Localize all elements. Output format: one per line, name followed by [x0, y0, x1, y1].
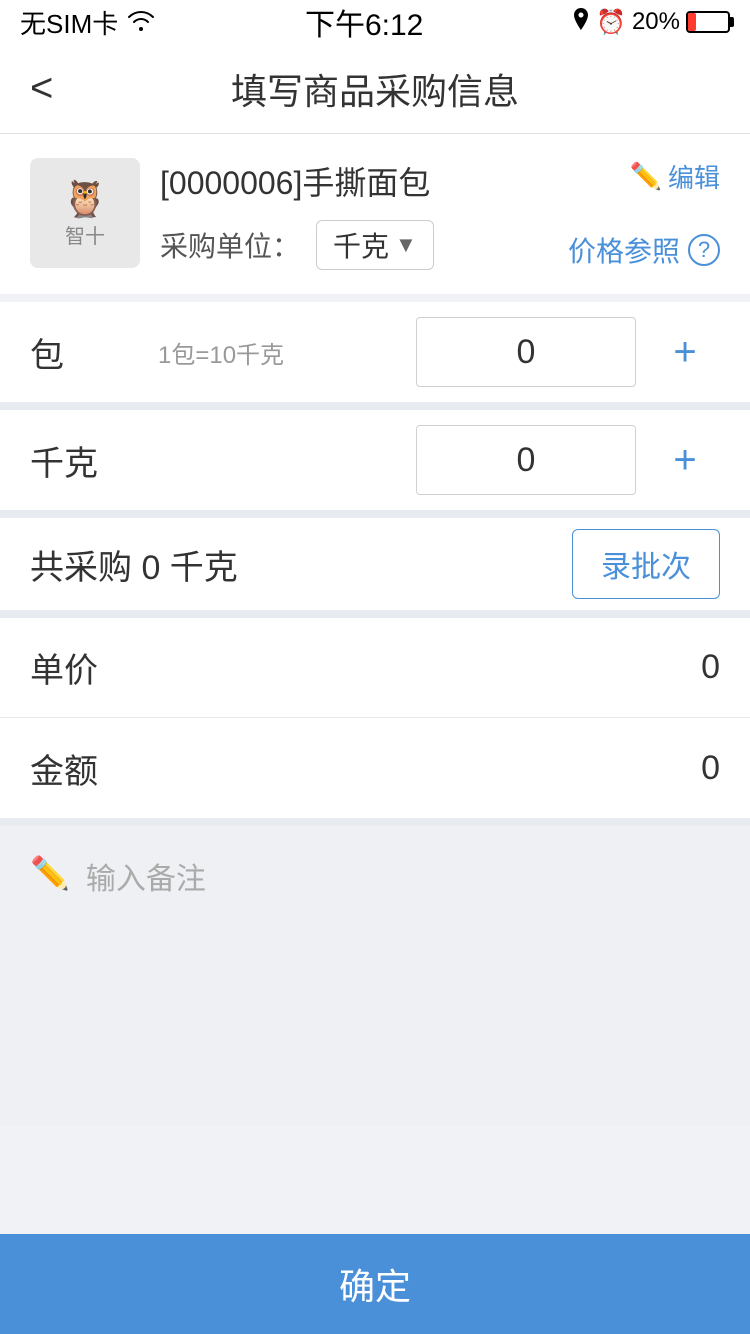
amount-label: 金额: [30, 744, 701, 793]
product-logo-text: 智十: [65, 220, 105, 249]
bag-value: 0: [517, 333, 536, 372]
battery-icon: [686, 11, 730, 33]
notes-area[interactable]: ✏️ 输入备注: [0, 826, 750, 1126]
amount-value: 0: [701, 749, 720, 788]
product-thumbnail: 🦉 智十: [30, 158, 140, 268]
status-bar-left: 无SIM卡: [20, 4, 156, 41]
price-ref-button[interactable]: 价格参照 ?: [568, 230, 720, 270]
bag-input-section: 包 1包=10千克 0 +: [0, 302, 750, 402]
unit-price-row: 单价 0: [0, 618, 750, 718]
kg-label: 千克: [30, 436, 150, 485]
section-divider-1: [0, 402, 750, 410]
kg-plus-button[interactable]: +: [650, 425, 720, 495]
location-icon: [572, 8, 590, 37]
unit-value: 千克: [333, 225, 389, 265]
back-button[interactable]: <: [30, 66, 53, 111]
kg-input-section: 千克 0 +: [0, 410, 750, 510]
unit-price-value: 0: [701, 648, 720, 687]
notes-placeholder: 输入备注: [86, 854, 206, 898]
carrier-text: 无SIM卡: [20, 4, 118, 41]
status-bar-time: 下午6:12: [305, 0, 423, 44]
alarm-icon: ⏰: [596, 8, 626, 37]
bag-input-row: 包 1包=10千克 0 +: [0, 302, 750, 402]
edit-pencil-icon: ✏️: [630, 161, 662, 192]
section-divider-2: [0, 510, 750, 518]
unit-label: 采购单位：: [160, 225, 300, 265]
summary-row: 共采购 0 千克 录批次: [0, 518, 750, 618]
chevron-down-icon: ▼: [395, 232, 417, 258]
bag-sub-label: 1包=10千克: [158, 335, 284, 370]
bag-label: 包: [30, 328, 150, 377]
wifi-icon: [126, 7, 156, 38]
kg-input-row: 千克 0 +: [0, 410, 750, 510]
unit-price-label: 单价: [30, 643, 701, 692]
unit-dropdown[interactable]: 千克 ▼: [316, 220, 434, 270]
edit-button[interactable]: ✏️ 编辑: [630, 158, 720, 195]
nav-bar: < 填写商品采购信息: [0, 44, 750, 134]
product-card: 🦉 智十 [0000006]手撕面包 采购单位： 千克 ▼ ✏️ 编辑 价格参照…: [0, 134, 750, 302]
confirm-label: 确定: [339, 1258, 411, 1310]
product-logo: 🦉: [63, 178, 108, 220]
batch-button[interactable]: 录批次: [572, 529, 720, 599]
bag-plus-button[interactable]: +: [650, 317, 720, 387]
bag-value-input[interactable]: 0: [416, 317, 636, 387]
notes-pencil-icon: ✏️: [30, 854, 70, 892]
battery-percent: 20%: [632, 8, 680, 36]
help-icon: ?: [688, 234, 720, 266]
confirm-button[interactable]: 确定: [0, 1234, 750, 1334]
amount-row: 金额 0: [0, 718, 750, 818]
status-bar-right: ⏰ 20%: [572, 8, 730, 37]
price-ref-label: 价格参照: [568, 230, 680, 270]
page-title: 填写商品采购信息: [231, 63, 519, 115]
price-section: 单价 0 金额 0: [0, 618, 750, 826]
kg-value-input[interactable]: 0: [416, 425, 636, 495]
status-bar: 无SIM卡 下午6:12 ⏰ 20%: [0, 0, 750, 44]
kg-value: 0: [517, 441, 536, 480]
edit-label: 编辑: [668, 158, 720, 195]
summary-text: 共采购 0 千克: [30, 540, 572, 589]
main-content: 包 1包=10千克 0 + 千克 0 + 共采购 0 千克 录批次 单价 0: [0, 302, 750, 1126]
